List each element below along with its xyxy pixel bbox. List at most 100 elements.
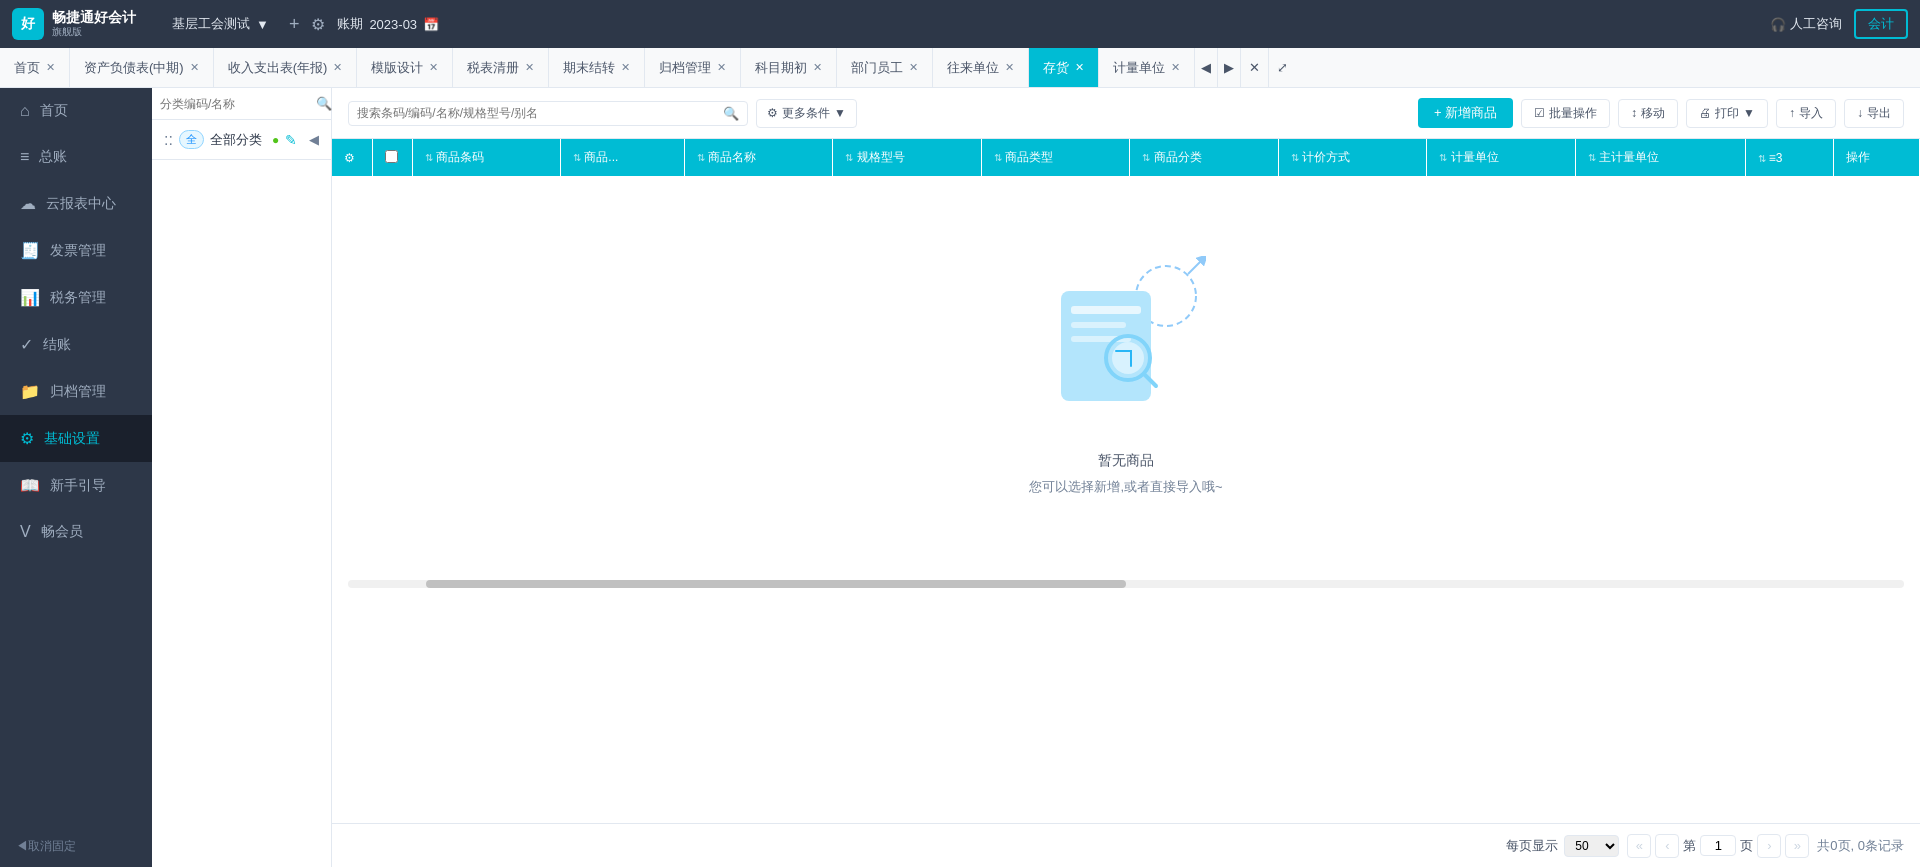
sidebar-item-guide[interactable]: 📖 新手引导 xyxy=(0,462,152,509)
member-icon: V xyxy=(20,523,31,541)
import-button[interactable]: ↑ 导入 xyxy=(1776,99,1836,128)
org-selector[interactable]: 基层工会测试 ▼ xyxy=(164,11,277,37)
sidebar-item-basic[interactable]: ⚙ 基础设置 xyxy=(0,415,152,462)
col-checkbox-header[interactable] xyxy=(372,139,412,176)
page-label-suffix: 页 xyxy=(1740,837,1753,855)
sidebar-item-archive[interactable]: 📁 归档管理 xyxy=(0,368,152,415)
svg-point-6 xyxy=(1112,342,1144,374)
tab-home-close[interactable]: ✕ xyxy=(46,61,55,74)
search-icon[interactable]: 🔍 xyxy=(316,96,332,111)
right-panel: 🔍 ⚙ 更多条件 ▼ + 新增商品 ☑ 批量操作 ↕ 移 xyxy=(332,88,1920,867)
col-category-header[interactable]: ⇅ 商品分类 xyxy=(1130,139,1279,176)
sidebar-item-tax[interactable]: 📊 税务管理 xyxy=(0,274,152,321)
tab-subject-close[interactable]: ✕ xyxy=(813,61,822,74)
page-size-select[interactable]: 50 100 200 xyxy=(1564,835,1619,857)
tab-department-close[interactable]: ✕ xyxy=(909,61,918,74)
tab-income-close[interactable]: ✕ xyxy=(333,61,342,74)
settle-icon: ✓ xyxy=(20,335,33,354)
horizontal-scrollbar[interactable] xyxy=(348,580,1904,588)
tab-nav-next[interactable]: ▶ xyxy=(1218,48,1241,88)
col-barcode-header[interactable]: ⇅ 商品条码 xyxy=(412,139,561,176)
sidebar-item-ledger[interactable]: ≡ 总账 xyxy=(0,134,152,180)
next-page-button[interactable]: › xyxy=(1757,834,1781,858)
tab-archive[interactable]: 归档管理 ✕ xyxy=(645,48,741,88)
tab-home[interactable]: 首页 ✕ xyxy=(0,48,70,88)
tab-tax[interactable]: 税表清册 ✕ xyxy=(453,48,549,88)
col-code-header[interactable]: ⇅ 商品... xyxy=(561,139,685,176)
print-button[interactable]: 🖨 打印 ▼ xyxy=(1686,99,1768,128)
category-collapse-btn[interactable]: ◀ xyxy=(309,132,319,147)
tab-subject[interactable]: 科目期初 ✕ xyxy=(741,48,837,88)
col-unit-header[interactable]: ⇅ 计量单位 xyxy=(1427,139,1576,176)
sidebar-item-settle[interactable]: ✓ 结账 xyxy=(0,321,152,368)
empty-title: 暂无商品 xyxy=(1098,452,1154,470)
col-type-header[interactable]: ⇅ 商品类型 xyxy=(981,139,1130,176)
add-product-button[interactable]: + 新增商品 xyxy=(1418,98,1513,128)
batch-operation-button[interactable]: ☑ 批量操作 xyxy=(1521,99,1610,128)
search-submit-icon[interactable]: 🔍 xyxy=(723,106,739,121)
tax-icon: 📊 xyxy=(20,288,40,307)
tab-balance[interactable]: 资产负债表(中期) ✕ xyxy=(70,48,214,88)
tab-department[interactable]: 部门员工 ✕ xyxy=(837,48,933,88)
tab-balance-close[interactable]: ✕ xyxy=(190,61,199,74)
ai-consult-button[interactable]: 🎧 人工咨询 xyxy=(1770,15,1842,33)
page-number-input[interactable] xyxy=(1700,835,1736,856)
sidebar-item-home[interactable]: ⌂ 首页 xyxy=(0,88,152,134)
cloud-icon: ☁ xyxy=(20,194,36,213)
col-settings-header[interactable]: ⚙ xyxy=(332,139,372,176)
first-page-button[interactable]: « xyxy=(1627,834,1651,858)
tab-archive-close[interactable]: ✕ xyxy=(717,61,726,74)
tab-partner[interactable]: 往来单位 ✕ xyxy=(933,48,1029,88)
unpin-label: ◀取消固定 xyxy=(16,838,76,855)
tab-period-end[interactable]: 期末结转 ✕ xyxy=(549,48,645,88)
filter-more-button[interactable]: ⚙ 更多条件 ▼ xyxy=(756,99,857,128)
sidebar-label-report: 云报表中心 xyxy=(46,195,116,213)
prev-page-button[interactable]: ‹ xyxy=(1655,834,1679,858)
sidebar-unpin[interactable]: ◀取消固定 xyxy=(0,826,152,867)
category-search-input[interactable] xyxy=(160,97,310,111)
col-main-unit-header[interactable]: ⇅ 主计量单位 xyxy=(1575,139,1745,176)
tab-subject-label: 科目期初 xyxy=(755,59,807,77)
svg-rect-3 xyxy=(1071,322,1126,328)
tab-template-label: 模版设计 xyxy=(371,59,423,77)
select-all-checkbox[interactable] xyxy=(385,150,398,163)
add-tab-button[interactable]: + xyxy=(289,14,300,35)
tab-inventory[interactable]: 存货 ✕ xyxy=(1029,48,1099,88)
export-button[interactable]: ↓ 导出 xyxy=(1844,99,1904,128)
tab-inventory-close[interactable]: ✕ xyxy=(1075,61,1084,74)
tab-nav-prev[interactable]: ◀ xyxy=(1195,48,1218,88)
tab-income[interactable]: 收入支出表(年报) ✕ xyxy=(214,48,358,88)
sidebar-item-invoice[interactable]: 🧾 发票管理 xyxy=(0,227,152,274)
sidebar: ⌂ 首页 ≡ 总账 ☁ 云报表中心 🧾 发票管理 📊 税务管理 ✓ 结账 📁 归… xyxy=(0,88,152,867)
category-edit-icon[interactable]: ✎ xyxy=(285,132,297,148)
filter-chevron-icon: ▼ xyxy=(834,106,846,120)
sidebar-item-report[interactable]: ☁ 云报表中心 xyxy=(0,180,152,227)
col-extra-header[interactable]: ⇅ ≡3 xyxy=(1745,139,1833,176)
sidebar-label-member: 畅会员 xyxy=(41,523,83,541)
product-search-input[interactable] xyxy=(357,106,717,120)
col-spec-header[interactable]: ⇅ 规格型号 xyxy=(833,139,982,176)
move-button[interactable]: ↕ 移动 xyxy=(1618,99,1678,128)
move-label: 移动 xyxy=(1641,105,1665,122)
col-pricing-header[interactable]: ⇅ 计价方式 xyxy=(1278,139,1427,176)
tab-partner-close[interactable]: ✕ xyxy=(1005,61,1014,74)
sidebar-label-archive: 归档管理 xyxy=(50,383,106,401)
tab-close-all[interactable]: ✕ xyxy=(1241,48,1269,88)
product-search-bar: 🔍 xyxy=(348,101,748,126)
last-page-button[interactable]: » xyxy=(1785,834,1809,858)
settings-icon[interactable]: ⚙ xyxy=(311,15,325,34)
scroll-thumb[interactable] xyxy=(426,580,1126,588)
category-verified-icon: ● xyxy=(272,133,279,147)
invoice-icon: 🧾 xyxy=(20,241,40,260)
col-name-header[interactable]: ⇅ 商品名称 xyxy=(684,139,833,176)
tab-template[interactable]: 模版设计 ✕ xyxy=(357,48,453,88)
sidebar-item-member[interactable]: V 畅会员 xyxy=(0,509,152,555)
tab-period-end-close[interactable]: ✕ xyxy=(621,61,630,74)
tab-template-close[interactable]: ✕ xyxy=(429,61,438,74)
tab-expand[interactable]: ⤢ xyxy=(1269,48,1296,88)
tab-tax-close[interactable]: ✕ xyxy=(525,61,534,74)
tab-unit-close[interactable]: ✕ xyxy=(1171,61,1180,74)
tab-unit[interactable]: 计量单位 ✕ xyxy=(1099,48,1195,88)
account-button[interactable]: 会计 xyxy=(1854,9,1908,39)
calendar-icon[interactable]: 📅 xyxy=(423,17,439,32)
